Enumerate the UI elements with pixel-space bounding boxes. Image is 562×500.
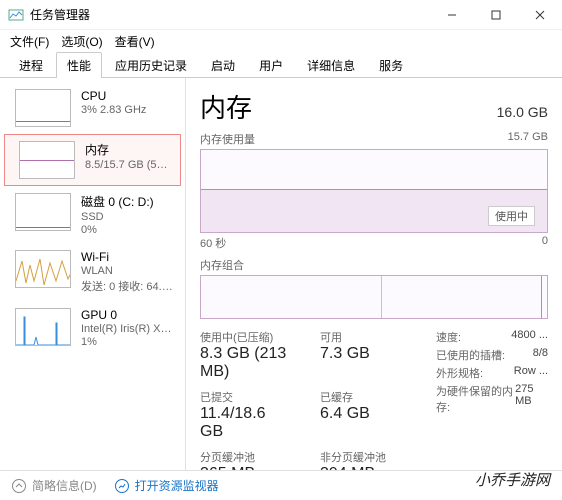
memory-title: 内存: [85, 141, 170, 158]
wifi-title: Wi-Fi: [81, 250, 174, 264]
menu-view[interactable]: 查看(V): [111, 31, 159, 52]
disk-sparkline: [15, 193, 71, 231]
memory-stats: 使用中(已压缩) 8.3 GB (213 MB) 可用 7.3 GB 已提交 1…: [200, 329, 548, 470]
menubar: 文件(F) 选项(O) 查看(V): [0, 30, 562, 52]
brief-info-label: 简略信息(D): [32, 477, 97, 494]
tab-details[interactable]: 详细信息: [296, 52, 366, 78]
minimize-button[interactable]: [430, 0, 474, 30]
content-area: CPU 3% 2.83 GHz 内存 8.5/15.7 GB (54%) 磁盘 …: [0, 78, 562, 470]
memory-composition-chart: [200, 275, 548, 319]
tab-startup[interactable]: 启动: [200, 52, 246, 78]
menu-file[interactable]: 文件(F): [6, 31, 53, 52]
menu-options[interactable]: 选项(O): [57, 31, 106, 52]
watermark: 小乔手游网: [475, 469, 550, 490]
gpu-name: Intel(R) Iris(R) Xe Gra...: [81, 323, 174, 335]
tab-users[interactable]: 用户: [248, 52, 294, 78]
memory-total: 16.0 GB: [497, 104, 548, 120]
disk-title: 磁盘 0 (C: D:): [81, 193, 154, 210]
committed-label: 已提交: [200, 389, 292, 405]
paged-label: 分页缓冲池: [200, 449, 292, 465]
memory-stats: 8.5/15.7 GB (54%): [85, 159, 170, 171]
wifi-adapter: WLAN: [81, 265, 174, 277]
sidebar-item-cpu[interactable]: CPU 3% 2.83 GHz: [0, 82, 185, 134]
disk-type: SSD: [81, 211, 154, 223]
slots-val: 8/8: [533, 347, 548, 363]
cpu-stats: 3% 2.83 GHz: [81, 104, 146, 116]
slots-key: 已使用的插槽:: [436, 347, 505, 363]
paged-value: 365 MB: [200, 465, 292, 470]
tab-history[interactable]: 应用历史记录: [104, 52, 198, 78]
nonpaged-label: 非分页缓冲池: [320, 449, 412, 465]
wifi-sparkline: [15, 250, 71, 288]
gpu-pct: 1%: [81, 336, 174, 348]
cpu-title: CPU: [81, 89, 146, 103]
main-panel: 内存 16.0 GB 内存使用量 15.7 GB 使用中 60 秒 0 内存组合…: [186, 78, 562, 470]
monitor-icon: [115, 479, 129, 493]
gpu-sparkline: [15, 308, 71, 346]
brief-info-button[interactable]: 简略信息(D): [12, 477, 97, 494]
cached-label: 已缓存: [320, 389, 412, 405]
inuse-value: 8.3 GB (213 MB): [200, 345, 292, 381]
time-axis-label: 60 秒: [200, 235, 226, 251]
memory-info-table: 速度: 4800 ... 已使用的插槽: 8/8 外形规格: Row ... 为硬件保…: [436, 329, 548, 470]
form-key: 外形规格:: [436, 365, 483, 381]
app-icon: [8, 7, 24, 23]
inuse-label: 使用中(已压缩): [200, 329, 292, 345]
committed-value: 11.4/18.6 GB: [200, 405, 292, 441]
sidebar-item-disk[interactable]: 磁盘 0 (C: D:) SSD 0%: [0, 186, 185, 243]
resource-monitor-label: 打开资源监视器: [135, 477, 219, 494]
composition-label: 内存组合: [200, 257, 548, 273]
memory-sparkline: [19, 141, 75, 179]
disk-pct: 0%: [81, 224, 154, 236]
usage-chart-label: 内存使用量: [200, 131, 255, 147]
cached-value: 6.4 GB: [320, 405, 412, 423]
sidebar-item-memory[interactable]: 内存 8.5/15.7 GB (54%): [4, 134, 181, 186]
sidebar-item-gpu[interactable]: GPU 0 Intel(R) Iris(R) Xe Gra... 1%: [0, 301, 185, 355]
tab-bar: 进程 性能 应用历史记录 启动 用户 详细信息 服务: [0, 52, 562, 78]
speed-key: 速度:: [436, 329, 461, 345]
memory-usage-chart: 使用中: [200, 149, 548, 233]
close-button[interactable]: [518, 0, 562, 30]
tab-performance[interactable]: 性能: [56, 52, 102, 78]
available-label: 可用: [320, 329, 412, 345]
time-axis-zero: 0: [542, 235, 548, 251]
speed-val: 4800 ...: [511, 329, 548, 345]
in-use-badge: 使用中: [488, 206, 535, 226]
available-value: 7.3 GB: [320, 345, 412, 363]
gpu-title: GPU 0: [81, 308, 174, 322]
tab-services[interactable]: 服务: [368, 52, 414, 78]
cpu-sparkline: [15, 89, 71, 127]
sidebar-item-wifi[interactable]: Wi-Fi WLAN 发送: 0 接收: 64.0 Kbps: [0, 243, 185, 301]
window-controls: [430, 0, 562, 30]
tab-processes[interactable]: 进程: [8, 52, 54, 78]
nonpaged-value: 394 MB: [320, 465, 412, 470]
performance-sidebar: CPU 3% 2.83 GHz 内存 8.5/15.7 GB (54%) 磁盘 …: [0, 78, 186, 470]
page-title: 内存: [200, 88, 252, 125]
window-title: 任务管理器: [30, 6, 430, 23]
reserved-val: 275 MB: [515, 383, 548, 415]
usage-chart-max: 15.7 GB: [508, 131, 548, 147]
resource-monitor-link[interactable]: 打开资源监视器: [115, 477, 219, 494]
maximize-button[interactable]: [474, 0, 518, 30]
form-val: Row ...: [514, 365, 548, 381]
titlebar: 任务管理器: [0, 0, 562, 30]
reserved-key: 为硬件保留的内存:: [436, 383, 515, 415]
chevron-up-icon: [12, 479, 26, 493]
wifi-throughput: 发送: 0 接收: 64.0 Kbps: [81, 278, 174, 294]
